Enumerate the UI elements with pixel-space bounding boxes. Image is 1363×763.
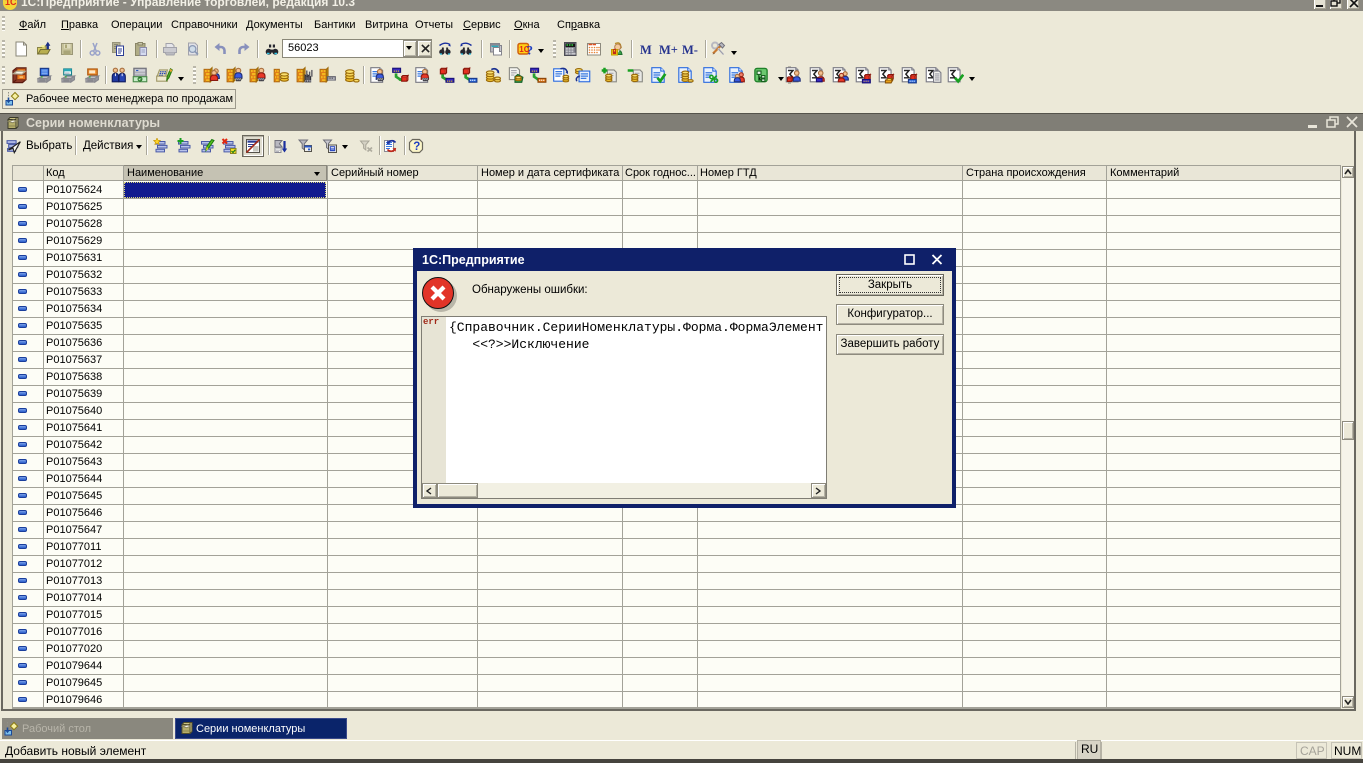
svg-text:?: ? [413, 141, 420, 153]
svg-text:$: $ [139, 77, 142, 83]
svg-text:?: ? [527, 43, 534, 58]
